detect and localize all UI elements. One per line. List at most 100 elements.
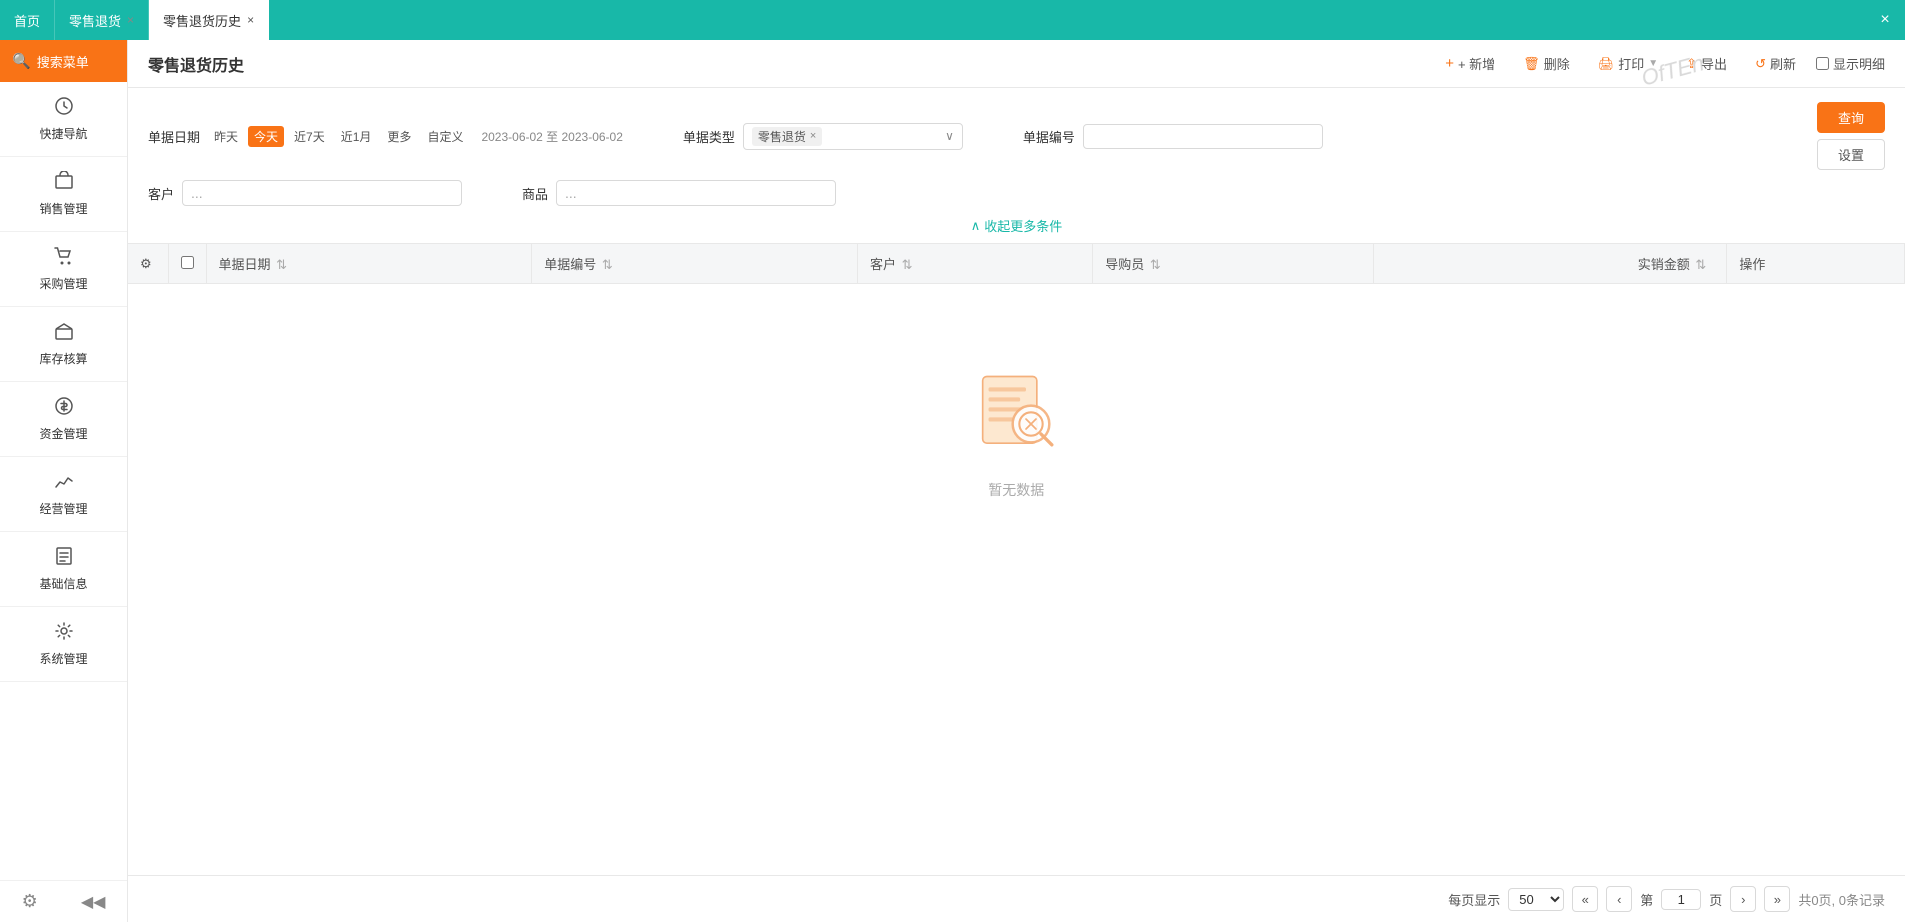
customer-input[interactable]: ...	[182, 180, 462, 206]
tab-retail-return-history[interactable]: 零售退货历史 ×	[149, 0, 269, 40]
filter-area: 单据日期 昨天 今天 近7天 近1月 更多 自定义 2023-06-02 至 2…	[128, 88, 1905, 244]
sidebar-item-sales-mgmt[interactable]: 销售管理	[0, 157, 127, 232]
th-actions-label: 操作	[1739, 257, 1765, 272]
sidebar-item-purchase-mgmt[interactable]: 采购管理	[0, 232, 127, 307]
date-label: 单据日期	[148, 127, 200, 146]
date-shortcut-yesterday[interactable]: 昨天	[208, 126, 244, 147]
sidebar-settings-btn[interactable]: ⚙	[22, 891, 38, 912]
add-button[interactable]: + + 新增	[1437, 50, 1503, 77]
goods-filter: 商品 ...	[522, 180, 836, 206]
date-shortcut-1month[interactable]: 近1月	[335, 126, 378, 147]
sidebar-item-sales-mgmt-label: 销售管理	[39, 200, 87, 217]
type-select-arrow: ∨	[945, 129, 954, 143]
date-shortcut-custom[interactable]: 自定义	[421, 126, 469, 147]
th-date[interactable]: 单据日期 ⇅	[206, 244, 532, 284]
refresh-button[interactable]: ↺ 刷新	[1747, 50, 1804, 77]
sidebar-item-basic-info-label: 基础信息	[39, 575, 87, 592]
collapse-button[interactable]: ∧ 收起更多条件	[971, 216, 1063, 235]
tab-retail-return-close[interactable]: ×	[127, 13, 134, 27]
number-label: 单据编号	[1023, 127, 1075, 146]
last-page-button[interactable]: »	[1764, 886, 1790, 912]
sidebar-item-inventory[interactable]: 库存核算	[0, 307, 127, 382]
display-detail-checkbox[interactable]	[1816, 57, 1829, 70]
select-all-checkbox[interactable]	[181, 256, 194, 269]
number-input[interactable]	[1083, 124, 1323, 149]
purchase-icon	[54, 246, 74, 271]
sidebar-item-purchase-mgmt-label: 采购管理	[39, 275, 87, 292]
th-date-sort-icon: ⇅	[276, 257, 287, 272]
sidebar-item-finance-label: 资金管理	[39, 425, 87, 442]
type-filter: 单据类型 零售退货 × ∨	[683, 123, 963, 150]
sidebar: 🔍 搜索菜单 快捷导航 销售管理 采购管理 库存核算	[0, 40, 128, 922]
tab-home-label: 首页	[14, 11, 40, 30]
first-page-button[interactable]: «	[1572, 886, 1598, 912]
th-guide-label: 导购员	[1105, 257, 1144, 272]
filter-row-1: 单据日期 昨天 今天 近7天 近1月 更多 自定义 2023-06-02 至 2…	[148, 102, 1885, 170]
goods-label: 商品	[522, 184, 548, 203]
sidebar-item-operations[interactable]: 经营管理	[0, 457, 127, 532]
th-amount-label: 实销金额	[1638, 257, 1690, 272]
add-icon: +	[1445, 55, 1454, 72]
settings-button[interactable]: 设置	[1817, 139, 1885, 170]
type-tag-value: 零售退货	[758, 128, 806, 145]
sidebar-item-finance[interactable]: 资金管理	[0, 382, 127, 457]
collapse-label: 收起更多条件	[984, 216, 1062, 235]
date-range-value: 2023-06-02 至 2023-06-02	[481, 128, 622, 145]
th-checkbox[interactable]	[168, 244, 206, 284]
sidebar-item-system[interactable]: 系统管理	[0, 607, 127, 682]
empty-state: 暂无数据	[128, 284, 1905, 580]
sales-icon	[54, 171, 74, 196]
delete-button[interactable]: 🗑 删除	[1515, 50, 1578, 77]
column-settings-icon[interactable]: ⚙	[140, 256, 152, 271]
sidebar-search[interactable]: 🔍 搜索菜单	[0, 40, 127, 82]
pagination-bar: 每页显示 50 100 200 « ‹ 第 页 › » 共0页, 0条记录	[128, 875, 1905, 922]
goods-input[interactable]: ...	[556, 180, 836, 206]
basic-info-icon	[54, 546, 74, 571]
operations-icon	[54, 471, 74, 496]
finance-icon	[54, 396, 74, 421]
tab-retail-return[interactable]: 零售退货 ×	[55, 0, 149, 40]
customer-label: 客户	[148, 184, 174, 203]
page-title: 零售退货历史	[148, 52, 244, 76]
print-button[interactable]: 🖨 打印 ▼	[1590, 50, 1666, 77]
th-guide[interactable]: 导购员 ⇅	[1093, 244, 1373, 284]
main-layout: 🔍 搜索菜单 快捷导航 销售管理 采购管理 库存核算	[0, 40, 1905, 922]
th-amount[interactable]: 实销金额 ⇅	[1373, 244, 1727, 284]
search-icon: 🔍	[12, 52, 31, 70]
per-page-select[interactable]: 50 100 200	[1508, 888, 1564, 911]
sidebar-item-quick-nav-label: 快捷导航	[39, 125, 87, 142]
sidebar-item-quick-nav[interactable]: 快捷导航	[0, 82, 127, 157]
date-shortcut-7days[interactable]: 近7天	[288, 126, 331, 147]
content-area: 零售退货历史 + + 新增 🗑 删除 🖨 打印 ▼ ⇪ 导出	[128, 40, 1905, 922]
th-guide-sort-icon: ⇅	[1150, 257, 1161, 272]
date-shortcut-today[interactable]: 今天	[248, 126, 284, 147]
page-number-input[interactable]	[1661, 889, 1701, 910]
export-button[interactable]: ⇪ 导出	[1678, 50, 1735, 77]
inventory-icon	[54, 321, 74, 346]
total-info: 共0页, 0条记录	[1798, 890, 1885, 909]
th-number[interactable]: 单据编号 ⇅	[532, 244, 858, 284]
type-tag-close[interactable]: ×	[810, 130, 816, 142]
th-customer[interactable]: 客户 ⇅	[858, 244, 1093, 284]
th-date-label: 单据日期	[219, 257, 271, 272]
goods-ellipsis: ...	[565, 185, 577, 201]
th-customer-sort-icon: ⇅	[902, 257, 913, 272]
sidebar-item-basic-info[interactable]: 基础信息	[0, 532, 127, 607]
empty-text: 暂无数据	[988, 480, 1044, 500]
type-select[interactable]: 零售退货 × ∨	[743, 123, 963, 150]
window-close-button[interactable]: ×	[1865, 0, 1905, 40]
next-page-button[interactable]: ›	[1730, 886, 1756, 912]
query-button[interactable]: 查询	[1817, 102, 1885, 133]
print-icon: 🖨	[1598, 56, 1615, 72]
date-shortcut-more[interactable]: 更多	[381, 126, 417, 147]
th-settings[interactable]: ⚙	[128, 244, 168, 284]
sidebar-mute-btn[interactable]: ◀◀	[81, 892, 106, 912]
tab-retail-return-history-close[interactable]: ×	[247, 13, 254, 27]
prev-page-button[interactable]: ‹	[1606, 886, 1632, 912]
table-header-row: ⚙ 单据日期 ⇅ 单据编号 ⇅	[128, 244, 1905, 284]
tab-home[interactable]: 首页	[0, 0, 55, 40]
th-number-sort-icon: ⇅	[602, 257, 613, 272]
quick-nav-icon	[54, 96, 74, 121]
customer-filter: 客户 ...	[148, 180, 462, 206]
system-icon	[54, 621, 74, 646]
